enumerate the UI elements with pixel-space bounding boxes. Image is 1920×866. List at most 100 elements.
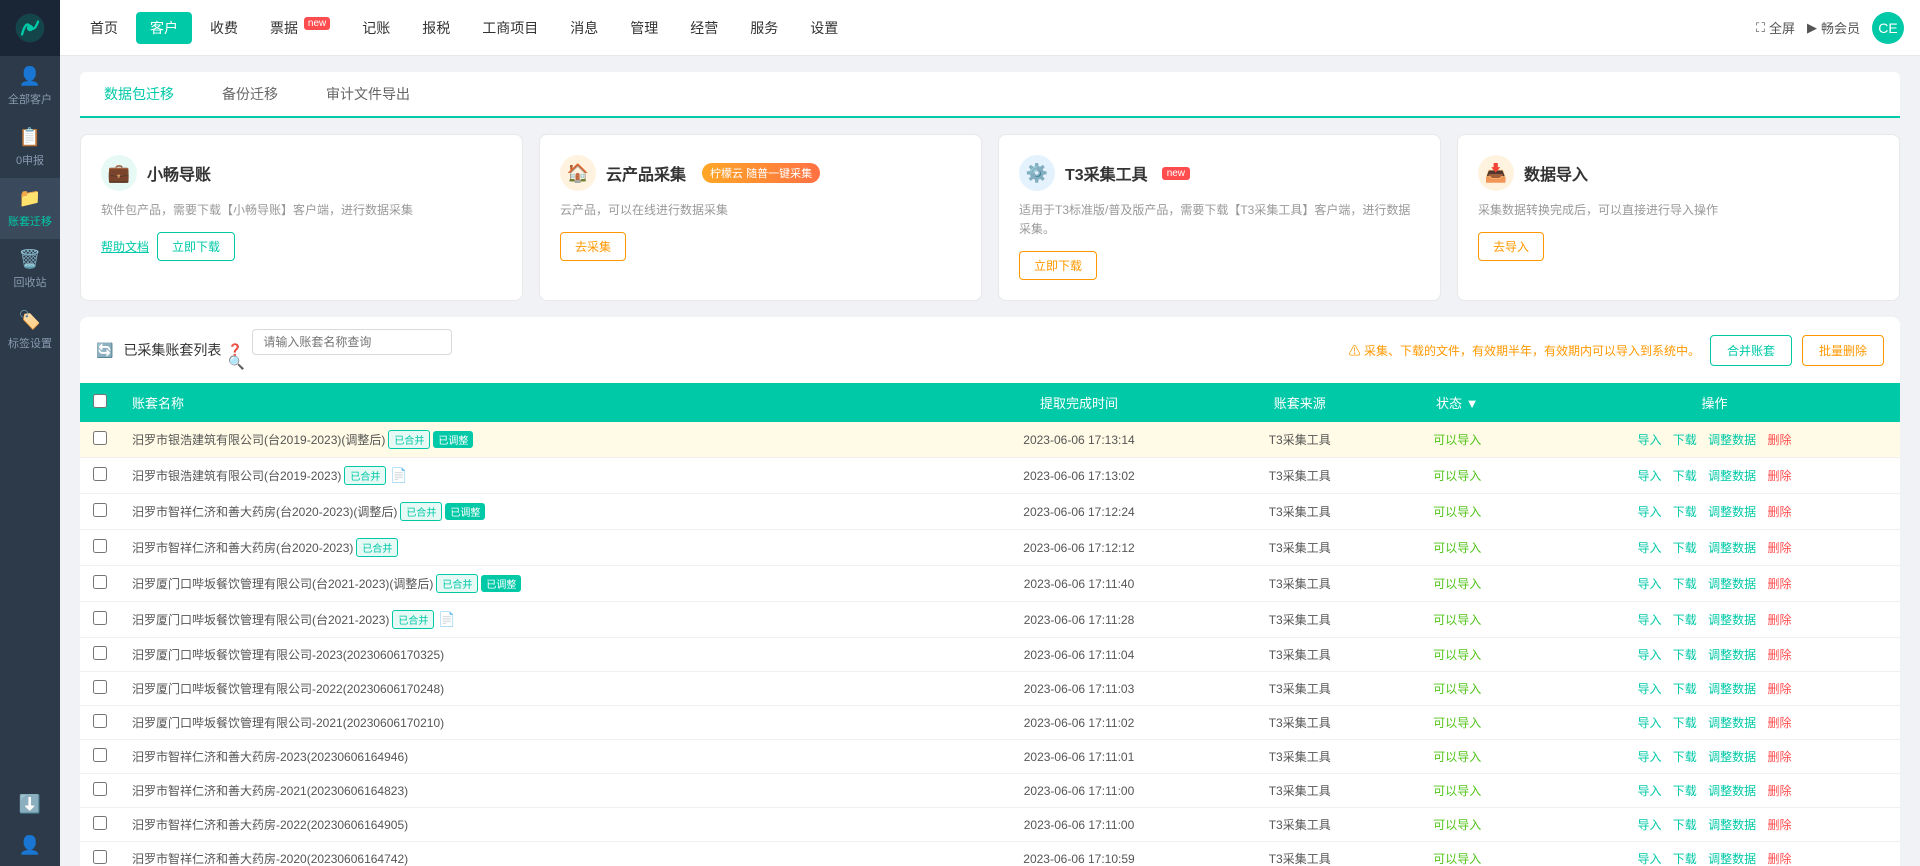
delete-action-btn[interactable]: 删除: [1768, 577, 1792, 591]
sidebar-item-zero-report[interactable]: 📋 0申报: [0, 117, 60, 178]
adjust-action-btn[interactable]: 调整数据: [1708, 433, 1756, 447]
import-action-btn[interactable]: 导入: [1637, 469, 1661, 483]
sidebar-item-user[interactable]: 👤: [0, 825, 60, 866]
adjust-action-btn[interactable]: 调整数据: [1708, 469, 1756, 483]
delete-action-btn[interactable]: 删除: [1768, 648, 1792, 662]
row-checkbox[interactable]: [93, 714, 107, 728]
download-btn-xiaochang[interactable]: 立即下载: [157, 232, 235, 261]
help-doc-link[interactable]: 帮助文档: [101, 238, 149, 255]
row-checkbox[interactable]: [93, 646, 107, 660]
delete-action-btn[interactable]: 删除: [1768, 505, 1792, 519]
import-action-btn[interactable]: 导入: [1637, 541, 1661, 555]
sidebar-item-recycle[interactable]: 🗑️ 回收站: [0, 239, 60, 300]
download-action-btn[interactable]: 下载: [1673, 648, 1697, 662]
adjust-action-btn[interactable]: 调整数据: [1708, 852, 1756, 866]
import-action-btn[interactable]: 导入: [1637, 433, 1661, 447]
collect-btn[interactable]: 去采集: [560, 232, 626, 261]
import-action-btn[interactable]: 导入: [1637, 682, 1661, 696]
delete-action-btn[interactable]: 删除: [1768, 433, 1792, 447]
adjust-action-btn[interactable]: 调整数据: [1708, 716, 1756, 730]
import-action-btn[interactable]: 导入: [1637, 818, 1661, 832]
nav-tax[interactable]: 报税: [408, 12, 464, 44]
adjust-action-btn[interactable]: 调整数据: [1708, 613, 1756, 627]
import-action-btn[interactable]: 导入: [1637, 505, 1661, 519]
row-checkbox[interactable]: [93, 467, 107, 481]
sidebar-item-account-migrate[interactable]: 📁 账套迁移: [0, 178, 60, 239]
delete-action-btn[interactable]: 删除: [1768, 613, 1792, 627]
refresh-icon[interactable]: 🔄: [96, 342, 113, 359]
delete-action-btn[interactable]: 删除: [1768, 818, 1792, 832]
import-action-btn[interactable]: 导入: [1637, 648, 1661, 662]
delete-action-btn[interactable]: 删除: [1768, 541, 1792, 555]
nav-client[interactable]: 客户: [136, 12, 192, 44]
download-action-btn[interactable]: 下载: [1673, 577, 1697, 591]
import-btn[interactable]: 去导入: [1478, 232, 1544, 261]
row-checkbox[interactable]: [93, 611, 107, 625]
nav-invoice[interactable]: 票据 new: [256, 12, 344, 44]
row-checkbox[interactable]: [93, 680, 107, 694]
tab-audit-export[interactable]: 审计文件导出: [302, 72, 434, 118]
adjust-action-btn[interactable]: 调整数据: [1708, 541, 1756, 555]
download-action-btn[interactable]: 下载: [1673, 784, 1697, 798]
tab-data-migrate[interactable]: 数据包迁移: [80, 72, 198, 118]
import-action-btn[interactable]: 导入: [1637, 613, 1661, 627]
member-btn[interactable]: ▶ 畅会员: [1807, 18, 1860, 37]
row-checkbox[interactable]: [93, 575, 107, 589]
import-action-btn[interactable]: 导入: [1637, 716, 1661, 730]
row-checkbox[interactable]: [93, 539, 107, 553]
nav-management[interactable]: 管理: [616, 12, 672, 44]
nav-settings[interactable]: 设置: [796, 12, 852, 44]
delete-action-btn[interactable]: 删除: [1768, 784, 1792, 798]
merge-btn[interactable]: 合并账套: [1710, 335, 1792, 366]
adjust-action-btn[interactable]: 调整数据: [1708, 648, 1756, 662]
adjust-action-btn[interactable]: 调整数据: [1708, 818, 1756, 832]
nav-service[interactable]: 服务: [736, 12, 792, 44]
nav-operation[interactable]: 经营: [676, 12, 732, 44]
adjust-action-btn[interactable]: 调整数据: [1708, 784, 1756, 798]
adjust-action-btn[interactable]: 调整数据: [1708, 750, 1756, 764]
sidebar-item-label-settings[interactable]: 🏷️ 标签设置: [0, 300, 60, 361]
sidebar-item-all-clients[interactable]: 👤 全部客户: [0, 56, 60, 117]
delete-action-btn[interactable]: 删除: [1768, 682, 1792, 696]
nav-charge[interactable]: 收费: [196, 12, 252, 44]
download-action-btn[interactable]: 下载: [1673, 818, 1697, 832]
th-status[interactable]: 状态 ▼: [1385, 383, 1529, 422]
sidebar-item-download[interactable]: ⬇️: [0, 784, 60, 825]
nav-message[interactable]: 消息: [556, 12, 612, 44]
fullscreen-btn[interactable]: ⛶ 全屏: [1756, 18, 1795, 37]
adjust-action-btn[interactable]: 调整数据: [1708, 577, 1756, 591]
file-icon[interactable]: 📄: [390, 467, 407, 483]
delete-action-btn[interactable]: 删除: [1768, 716, 1792, 730]
adjust-action-btn[interactable]: 调整数据: [1708, 505, 1756, 519]
import-action-btn[interactable]: 导入: [1637, 577, 1661, 591]
file-icon[interactable]: 📄: [438, 611, 455, 627]
download-action-btn[interactable]: 下载: [1673, 541, 1697, 555]
search-button[interactable]: 🔍: [228, 355, 245, 371]
import-action-btn[interactable]: 导入: [1637, 784, 1661, 798]
select-all-checkbox[interactable]: [93, 394, 107, 408]
download-action-btn[interactable]: 下载: [1673, 682, 1697, 696]
delete-action-btn[interactable]: 删除: [1768, 852, 1792, 866]
download-action-btn[interactable]: 下载: [1673, 505, 1697, 519]
tab-backup-migrate[interactable]: 备份迁移: [198, 72, 302, 118]
row-checkbox[interactable]: [93, 816, 107, 830]
import-action-btn[interactable]: 导入: [1637, 852, 1661, 866]
download-action-btn[interactable]: 下载: [1673, 852, 1697, 866]
adjust-action-btn[interactable]: 调整数据: [1708, 682, 1756, 696]
avatar[interactable]: CE: [1872, 12, 1904, 44]
download-action-btn[interactable]: 下载: [1673, 433, 1697, 447]
download-action-btn[interactable]: 下载: [1673, 750, 1697, 764]
nav-bookkeeping[interactable]: 记账: [348, 12, 404, 44]
delete-action-btn[interactable]: 删除: [1768, 469, 1792, 483]
row-checkbox[interactable]: [93, 850, 107, 864]
import-action-btn[interactable]: 导入: [1637, 750, 1661, 764]
nav-home[interactable]: 首页: [76, 12, 132, 44]
download-action-btn[interactable]: 下载: [1673, 469, 1697, 483]
nav-business[interactable]: 工商项目: [468, 12, 552, 44]
logo[interactable]: [0, 0, 60, 56]
download-action-btn[interactable]: 下载: [1673, 613, 1697, 627]
row-checkbox[interactable]: [93, 431, 107, 445]
download-action-btn[interactable]: 下载: [1673, 716, 1697, 730]
search-input[interactable]: [252, 329, 452, 355]
download-btn-t3[interactable]: 立即下载: [1019, 251, 1097, 280]
